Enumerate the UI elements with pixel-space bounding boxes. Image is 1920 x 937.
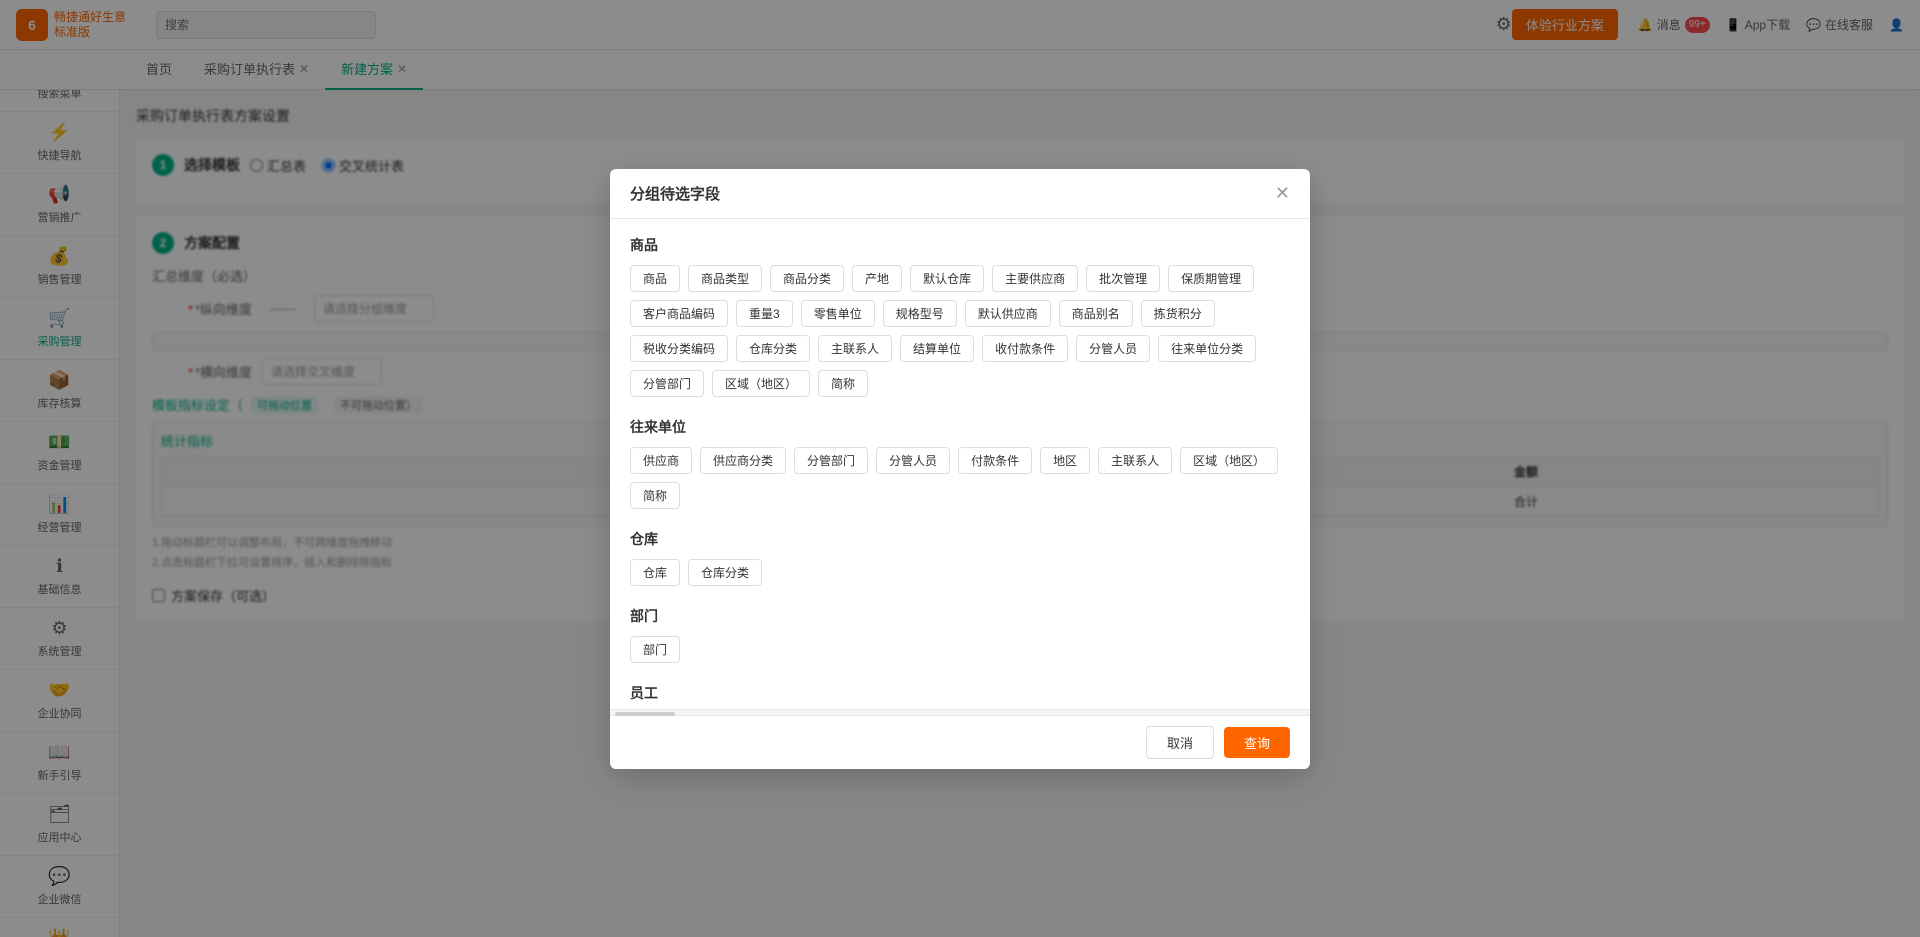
field-select-modal: 分组待选字段 ✕ 商品 商品 商品类型 商品分类 产地 默认仓库 主要供应商 批… [610, 169, 1310, 769]
section-goods: 商品 商品 商品类型 商品分类 产地 默认仓库 主要供应商 批次管理 保质期管理… [630, 235, 1290, 397]
field-tag-payment-condition[interactable]: 付款条件 [958, 447, 1032, 474]
field-tag-partner-supervisor[interactable]: 分管人员 [876, 447, 950, 474]
section-warehouse-tags: 仓库 仓库分类 [630, 559, 1290, 586]
field-tag-default-supplier[interactable]: 默认供应商 [965, 300, 1051, 327]
section-partner-tags: 供应商 供应商分类 分管部门 分管人员 付款条件 地区 主联系人 区域（地区） … [630, 447, 1290, 509]
field-tag-tax-code[interactable]: 税收分类编码 [630, 335, 728, 362]
section-department: 部门 部门 [630, 606, 1290, 663]
section-partner-title: 往来单位 [630, 417, 1290, 437]
field-tag-partner-short[interactable]: 简称 [630, 482, 680, 509]
field-tag-supplier-cat[interactable]: 供应商分类 [700, 447, 786, 474]
modal-hscroll-thumb [615, 712, 675, 716]
field-tag-partner-cat[interactable]: 往来单位分类 [1158, 335, 1256, 362]
field-tag-pick-points[interactable]: 拣货积分 [1141, 300, 1215, 327]
field-tag-payment-terms[interactable]: 收付款条件 [982, 335, 1068, 362]
section-employee-title: 员工 [630, 683, 1290, 703]
field-tag-settlement-unit[interactable]: 结算单位 [900, 335, 974, 362]
field-tag-spec-model[interactable]: 规格型号 [883, 300, 957, 327]
modal-title: 分组待选字段 [630, 183, 720, 204]
modal-footer: 取消 查询 [610, 715, 1310, 769]
section-partner: 往来单位 供应商 供应商分类 分管部门 分管人员 付款条件 地区 主联系人 区域… [630, 417, 1290, 509]
section-warehouse-title: 仓库 [630, 529, 1290, 549]
field-tag-quality-mgmt[interactable]: 保质期管理 [1168, 265, 1254, 292]
section-department-title: 部门 [630, 606, 1290, 626]
section-employee: 员工 业务员 [630, 683, 1290, 709]
section-warehouse: 仓库 仓库 仓库分类 [630, 529, 1290, 586]
field-tag-retail-unit[interactable]: 零售单位 [801, 300, 875, 327]
field-tag-department[interactable]: 部门 [630, 636, 680, 663]
field-tag-dept[interactable]: 分管部门 [630, 370, 704, 397]
section-department-tags: 部门 [630, 636, 1290, 663]
field-tag-partner-dept[interactable]: 分管部门 [794, 447, 868, 474]
field-tag-warehouse-cat[interactable]: 仓库分类 [736, 335, 810, 362]
modal-confirm-button[interactable]: 查询 [1224, 727, 1290, 758]
field-tag-area[interactable]: 地区 [1040, 447, 1090, 474]
section-goods-tags: 商品 商品类型 商品分类 产地 默认仓库 主要供应商 批次管理 保质期管理 客户… [630, 265, 1290, 397]
field-tag-partner-contact[interactable]: 主联系人 [1098, 447, 1172, 474]
field-tag-goods-alias[interactable]: 商品别名 [1059, 300, 1133, 327]
field-tag-supervisor[interactable]: 分管人员 [1076, 335, 1150, 362]
field-tag-supplier[interactable]: 供应商 [630, 447, 692, 474]
field-tag-main-supplier[interactable]: 主要供应商 [992, 265, 1078, 292]
modal-body: 商品 商品 商品类型 商品分类 产地 默认仓库 主要供应商 批次管理 保质期管理… [610, 219, 1310, 709]
field-tag-goods[interactable]: 商品 [630, 265, 680, 292]
field-tag-customer-code[interactable]: 客户商品编码 [630, 300, 728, 327]
modal-header: 分组待选字段 ✕ [610, 169, 1310, 219]
field-tag-goods-type[interactable]: 商品类型 [688, 265, 762, 292]
field-tag-short-name[interactable]: 简称 [818, 370, 868, 397]
field-tag-batch-mgmt[interactable]: 批次管理 [1086, 265, 1160, 292]
field-tag-origin[interactable]: 产地 [852, 265, 902, 292]
modal-horizontal-scrollbar[interactable] [610, 709, 1310, 715]
field-tag-region[interactable]: 区域（地区） [712, 370, 810, 397]
field-tag-goods-category[interactable]: 商品分类 [770, 265, 844, 292]
field-tag-main-contact[interactable]: 主联系人 [818, 335, 892, 362]
field-tag-warehouse[interactable]: 仓库 [630, 559, 680, 586]
section-goods-title: 商品 [630, 235, 1290, 255]
modal-overlay: 分组待选字段 ✕ 商品 商品 商品类型 商品分类 产地 默认仓库 主要供应商 批… [0, 0, 1920, 937]
modal-close-button[interactable]: ✕ [1275, 183, 1290, 204]
field-tag-default-warehouse[interactable]: 默认仓库 [910, 265, 984, 292]
field-tag-warehouse-category[interactable]: 仓库分类 [688, 559, 762, 586]
modal-cancel-button[interactable]: 取消 [1146, 726, 1214, 759]
field-tag-partner-region[interactable]: 区域（地区） [1180, 447, 1278, 474]
field-tag-weight3[interactable]: 重量3 [736, 300, 793, 327]
